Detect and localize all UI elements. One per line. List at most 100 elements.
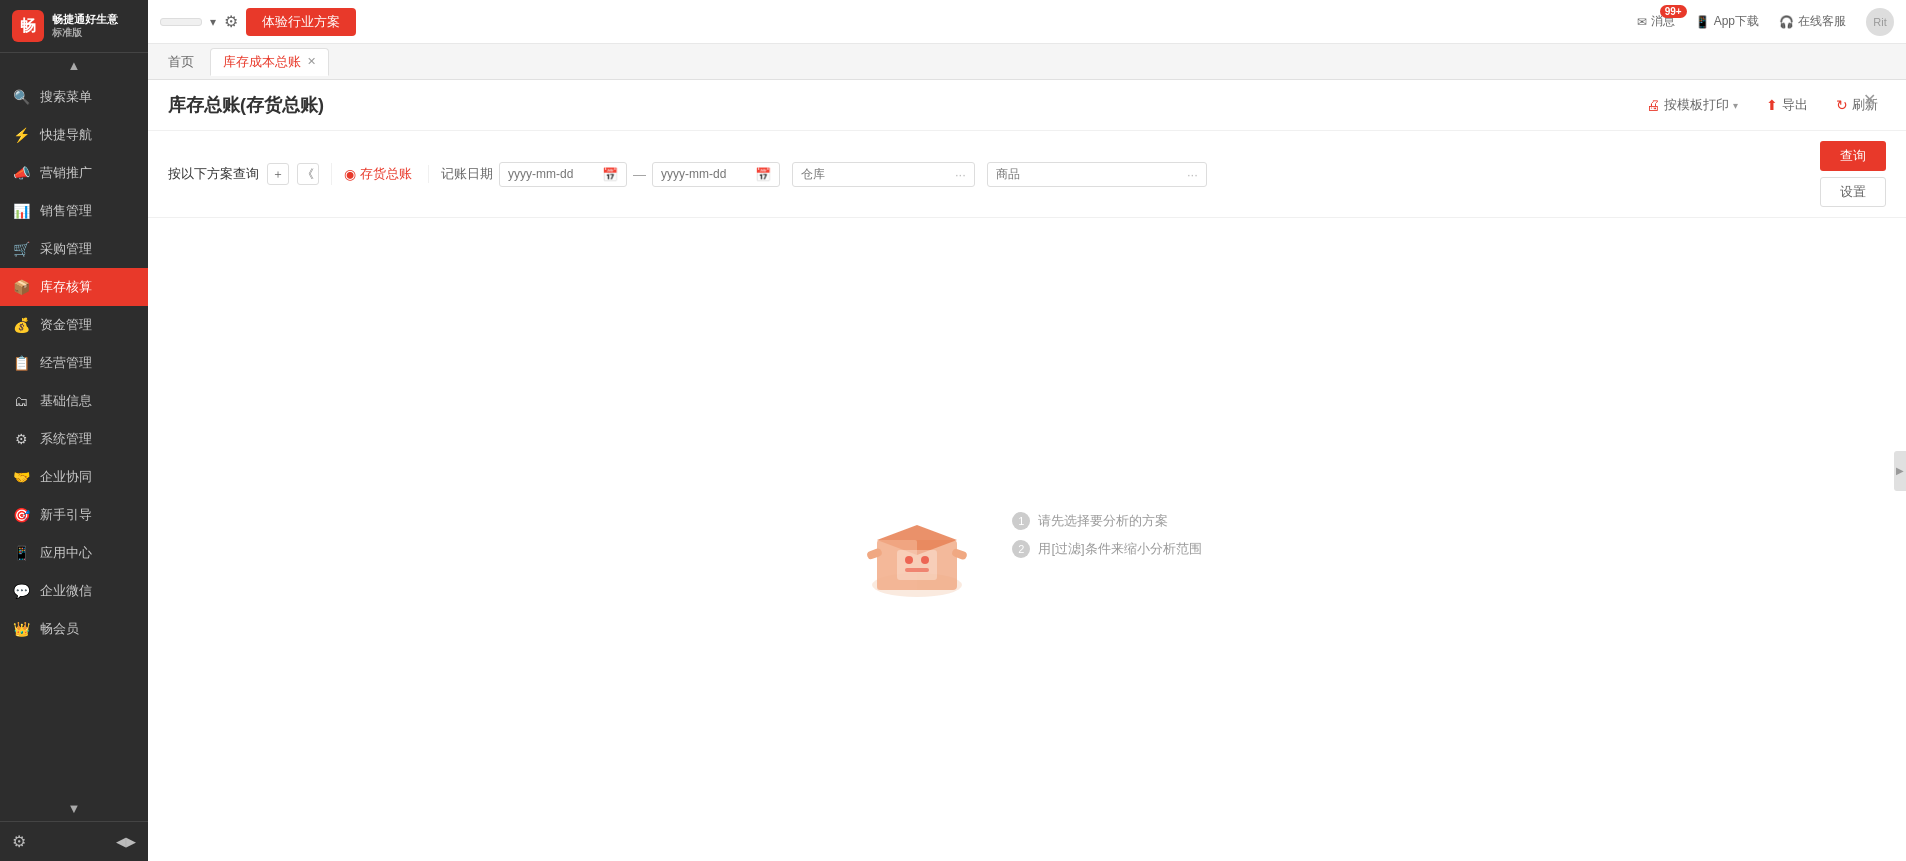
sidebar-item-sales[interactable]: 📊 销售管理 (0, 192, 148, 230)
sidebar-item-vip[interactable]: 👑 畅会员 (0, 610, 148, 648)
sidebar-item-finance[interactable]: 💰 资金管理 (0, 306, 148, 344)
sidebar-item-quick-nav[interactable]: ⚡ 快捷导航 (0, 116, 148, 154)
settings-footer-icon[interactable]: ⚙ (12, 832, 26, 851)
app-download-btn[interactable]: 📱 App下载 (1695, 13, 1759, 30)
warehouse-select-wrap: ··· (792, 162, 975, 187)
tip-item-2: 2 用[过滤]条件来缩小分析范围 (1012, 540, 1201, 558)
tab-home[interactable]: 首页 (156, 48, 206, 76)
tip-text-2: 用[过滤]条件来缩小分析范围 (1038, 540, 1201, 558)
settings-btn[interactable]: 设置 (1820, 177, 1886, 207)
sidebar-item-basic-info[interactable]: 🗂 基础信息 (0, 382, 148, 420)
print-label: 按模板打印 (1664, 96, 1729, 114)
breadcrumb-dropdown[interactable] (160, 18, 202, 26)
calendar-to-icon[interactable]: 📅 (755, 167, 771, 182)
date-separator: — (633, 167, 646, 182)
sidebar-item-inventory[interactable]: 📦 库存核算 (0, 268, 148, 306)
filter-collapse-btn[interactable]: 《 (297, 163, 319, 185)
sidebar-item-label: 采购管理 (40, 240, 92, 258)
print-btn[interactable]: 🖨 按模板打印 ▾ (1638, 92, 1746, 118)
warehouse-input[interactable] (801, 167, 951, 181)
sidebar-logo: 畅 畅捷通好生意 标准版 (0, 0, 148, 53)
product-input[interactable] (996, 167, 1183, 181)
sales-icon: 📊 (12, 203, 30, 219)
sidebar-nav: 🔍 搜索菜单 ⚡ 快捷导航 📣 营销推广 📊 销售管理 🛒 采购管理 📦 库存核… (0, 78, 148, 796)
system-icon: ⚙ (12, 431, 30, 447)
warehouse-filter: ··· (792, 162, 975, 187)
message-btn[interactable]: ✉ 消息 99+ (1637, 13, 1675, 30)
enterprise-wechat-icon: 💬 (12, 583, 30, 599)
product-filter: ··· (987, 162, 1207, 187)
sidebar-scroll-up[interactable]: ▲ (0, 53, 148, 78)
tip-num-2: 2 (1012, 540, 1030, 558)
tab-inventory-cost[interactable]: 库存成本总账 ✕ (210, 48, 329, 76)
industry-btn[interactable]: 体验行业方案 (246, 8, 356, 36)
vip-icon: 👑 (12, 621, 30, 637)
sidebar-item-label: 资金管理 (40, 316, 92, 334)
page-content: 库存总账(存货总账) 🖨 按模板打印 ▾ ⬆ 导出 ↻ 刷新 (148, 80, 1906, 861)
sidebar-item-label: 畅会员 (40, 620, 79, 638)
sidebar-item-label: 经营管理 (40, 354, 92, 372)
sidebar-item-label: 库存核算 (40, 278, 92, 296)
sidebar-item-operations[interactable]: 📋 经营管理 (0, 344, 148, 382)
sidebar-item-label: 系统管理 (40, 430, 92, 448)
product-select-wrap: ··· (987, 162, 1207, 187)
sidebar: 畅 畅捷通好生意 标准版 ▲ 🔍 搜索菜单 ⚡ 快捷导航 📣 营销推广 📊 销售… (0, 0, 148, 861)
empty-illustration (852, 475, 982, 605)
panel-close-btn[interactable]: ✕ (1863, 90, 1876, 109)
sidebar-item-enterprise[interactable]: 🤝 企业协同 (0, 458, 148, 496)
marketing-icon: 📣 (12, 165, 30, 181)
print-dropdown-icon[interactable]: ▾ (1733, 100, 1738, 111)
date-to-input[interactable] (661, 167, 751, 181)
warehouse-more-icon[interactable]: ··· (955, 167, 966, 182)
sidebar-item-label: 基础信息 (40, 392, 92, 410)
empty-tips: 1 请先选择要分析的方案 2 用[过滤]条件来缩小分析范围 (1012, 512, 1201, 568)
sidebar-item-label: 应用中心 (40, 544, 92, 562)
empty-state: 1 请先选择要分析的方案 2 用[过滤]条件来缩小分析范围 (148, 218, 1906, 861)
date-from-input[interactable] (508, 167, 598, 181)
calendar-from-icon[interactable]: 📅 (602, 167, 618, 182)
export-icon: ⬆ (1766, 97, 1778, 113)
phone-icon: 📱 (1695, 15, 1710, 29)
scheme-filter-label: 按以下方案查询 (168, 165, 259, 183)
dropdown-arrow-icon[interactable]: ▾ (210, 15, 216, 29)
sidebar-item-label: 企业微信 (40, 582, 92, 600)
sidebar-item-system[interactable]: ⚙ 系统管理 (0, 420, 148, 458)
sidebar-item-enterprise-wechat[interactable]: 💬 企业微信 (0, 572, 148, 610)
scheme-item-icon: ◉ (344, 166, 356, 182)
sidebar-item-label: 企业协同 (40, 468, 92, 486)
topbar: ▾ ⚙ 体验行业方案 ✉ 消息 99+ 📱 App下载 🎧 在线客服 Rit (148, 0, 1906, 44)
avatar[interactable]: Rit (1866, 8, 1894, 36)
collapse-footer-icon[interactable]: ◀▶ (116, 834, 136, 849)
sidebar-item-new-guide[interactable]: 🎯 新手引导 (0, 496, 148, 534)
tab-inventory-cost-label: 库存成本总账 (223, 53, 301, 71)
tab-close-icon[interactable]: ✕ (307, 55, 316, 68)
sidebar-item-app-center[interactable]: 📱 应用中心 (0, 534, 148, 572)
main-content: ▾ ⚙ 体验行业方案 ✉ 消息 99+ 📱 App下载 🎧 在线客服 Rit 首… (148, 0, 1906, 861)
export-btn[interactable]: ⬆ 导出 (1758, 92, 1816, 118)
page-title: 库存总账(存货总账) (168, 93, 324, 117)
basic-info-icon: 🗂 (12, 393, 30, 409)
sidebar-scroll-down[interactable]: ▼ (0, 796, 148, 821)
purchase-icon: 🛒 (12, 241, 30, 257)
filter-bar: 按以下方案查询 ＋ 《 ◉ 存货总账 记账日期 📅 — 📅 (148, 131, 1906, 218)
quick-nav-icon: ⚡ (12, 127, 30, 143)
product-more-icon[interactable]: ··· (1187, 167, 1198, 182)
app-center-icon: 📱 (12, 545, 30, 561)
refresh-btn[interactable]: ↻ 刷新 (1828, 92, 1886, 118)
online-service-btn[interactable]: 🎧 在线客服 (1779, 13, 1846, 30)
finance-icon: 💰 (12, 317, 30, 333)
operations-icon: 📋 (12, 355, 30, 371)
scheme-item-label[interactable]: 存货总账 (360, 165, 412, 183)
empty-svg (852, 475, 982, 605)
enterprise-icon: 🤝 (12, 469, 30, 485)
topbar-gear-icon[interactable]: ⚙ (224, 12, 238, 31)
filter-actions: 查询 设置 (1820, 141, 1886, 207)
tip-text-1: 请先选择要分析的方案 (1038, 512, 1168, 530)
filter-add-btn[interactable]: ＋ (267, 163, 289, 185)
query-btn[interactable]: 查询 (1820, 141, 1886, 171)
right-edge-tab[interactable]: ▶ (1894, 451, 1906, 491)
sidebar-item-purchase[interactable]: 🛒 采购管理 (0, 230, 148, 268)
tabbar: 首页 库存成本总账 ✕ (148, 44, 1906, 80)
sidebar-item-marketing[interactable]: 📣 营销推广 (0, 154, 148, 192)
sidebar-item-search[interactable]: 🔍 搜索菜单 (0, 78, 148, 116)
